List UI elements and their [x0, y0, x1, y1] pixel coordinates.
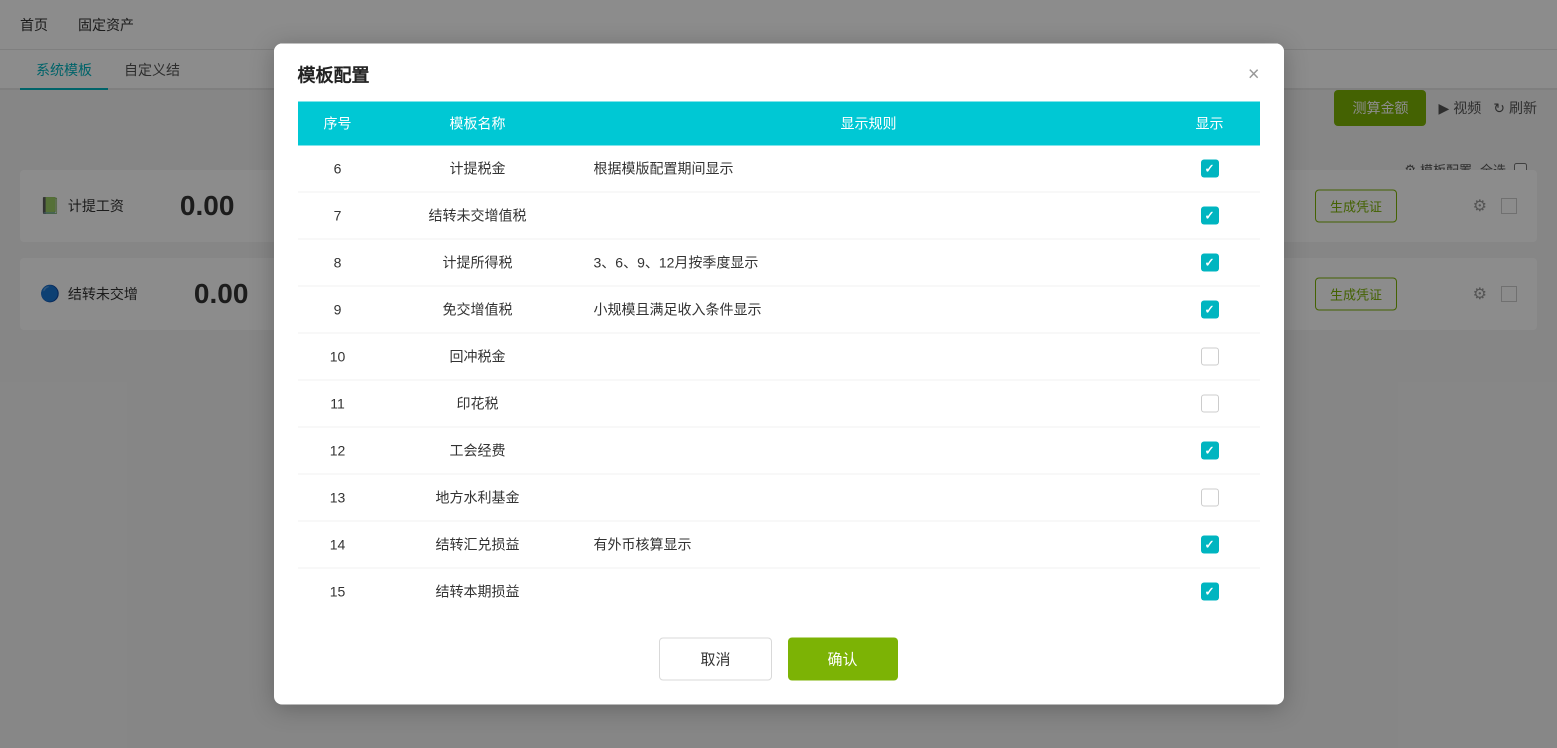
table-scroll-area[interactable]: 序号 模板名称 显示规则 显示 6计提税金根据模版配置期间显示7结转未交增值税8…: [298, 102, 1260, 602]
table-row: 11印花税: [298, 380, 1260, 427]
cell-rule: [578, 192, 1160, 239]
cell-name: 结转汇兑损益: [378, 521, 578, 568]
checkbox-wrap: [1176, 583, 1244, 601]
table-row: 14结转汇兑损益有外币核算显示: [298, 521, 1260, 568]
table-row: 6计提税金根据模版配置期间显示: [298, 146, 1260, 193]
modal-close-button[interactable]: ×: [1248, 65, 1260, 85]
checkbox-wrap: [1176, 254, 1244, 272]
checkbox-wrap: [1176, 442, 1244, 460]
checkbox-checked[interactable]: [1201, 442, 1219, 460]
cell-rule: [578, 474, 1160, 521]
modal-title: 模板配置: [298, 62, 370, 88]
cell-name: 回冲税金: [378, 333, 578, 380]
cell-checkbox: [1160, 192, 1260, 239]
cell-checkbox: [1160, 380, 1260, 427]
checkbox-checked[interactable]: [1201, 254, 1219, 272]
modal-footer: 取消 确认: [274, 622, 1284, 705]
checkbox-wrap: [1176, 301, 1244, 319]
cell-seq: 6: [298, 146, 378, 193]
cell-rule: [578, 333, 1160, 380]
col-display: 显示: [1160, 102, 1260, 146]
config-table: 序号 模板名称 显示规则 显示 6计提税金根据模版配置期间显示7结转未交增值税8…: [298, 102, 1260, 602]
col-rule: 显示规则: [578, 102, 1160, 146]
checkbox-checked[interactable]: [1201, 583, 1219, 601]
cell-rule: [578, 427, 1160, 474]
checkbox-wrap: [1176, 160, 1244, 178]
cell-seq: 14: [298, 521, 378, 568]
cell-rule: 小规模且满足收入条件显示: [578, 286, 1160, 333]
checkbox-unchecked[interactable]: [1201, 489, 1219, 507]
cell-seq: 7: [298, 192, 378, 239]
cell-rule: 根据模版配置期间显示: [578, 146, 1160, 193]
modal-body: 序号 模板名称 显示规则 显示 6计提税金根据模版配置期间显示7结转未交增值税8…: [274, 102, 1284, 622]
table-row: 8计提所得税3、6、9、12月按季度显示: [298, 239, 1260, 286]
table-header: 序号 模板名称 显示规则 显示: [298, 102, 1260, 146]
checkbox-unchecked[interactable]: [1201, 348, 1219, 366]
checkbox-checked[interactable]: [1201, 536, 1219, 554]
modal-header: 模板配置 ×: [274, 44, 1284, 102]
checkbox-wrap: [1176, 395, 1244, 413]
modal-template-config: 模板配置 × 序号 模板名称 显示规则 显示 6计提税金根据模版配置期间显示7结…: [274, 44, 1284, 705]
cancel-button[interactable]: 取消: [659, 638, 771, 681]
checkbox-wrap: [1176, 536, 1244, 554]
table-row: 7结转未交增值税: [298, 192, 1260, 239]
checkbox-unchecked[interactable]: [1201, 395, 1219, 413]
cell-name: 地方水利基金: [378, 474, 578, 521]
cell-name: 印花税: [378, 380, 578, 427]
cell-name: 计提所得税: [378, 239, 578, 286]
table-row: 15结转本期损益: [298, 568, 1260, 602]
checkbox-checked[interactable]: [1201, 207, 1219, 225]
checkbox-wrap: [1176, 348, 1244, 366]
table-body: 6计提税金根据模版配置期间显示7结转未交增值税8计提所得税3、6、9、12月按季…: [298, 146, 1260, 602]
cell-seq: 8: [298, 239, 378, 286]
checkbox-checked[interactable]: [1201, 160, 1219, 178]
checkbox-wrap: [1176, 207, 1244, 225]
cell-seq: 11: [298, 380, 378, 427]
cell-seq: 12: [298, 427, 378, 474]
cell-rule: 有外币核算显示: [578, 521, 1160, 568]
cell-checkbox: [1160, 521, 1260, 568]
col-seq: 序号: [298, 102, 378, 146]
cell-name: 免交增值税: [378, 286, 578, 333]
cell-seq: 15: [298, 568, 378, 602]
table-row: 10回冲税金: [298, 333, 1260, 380]
cell-checkbox: [1160, 286, 1260, 333]
cell-checkbox: [1160, 333, 1260, 380]
cell-name: 结转本期损益: [378, 568, 578, 602]
cell-checkbox: [1160, 427, 1260, 474]
cell-checkbox: [1160, 239, 1260, 286]
cell-name: 工会经费: [378, 427, 578, 474]
cell-rule: 3、6、9、12月按季度显示: [578, 239, 1160, 286]
cell-checkbox: [1160, 474, 1260, 521]
cell-seq: 10: [298, 333, 378, 380]
cell-seq: 13: [298, 474, 378, 521]
checkbox-checked[interactable]: [1201, 301, 1219, 319]
confirm-button[interactable]: 确认: [788, 638, 898, 681]
cell-name: 计提税金: [378, 146, 578, 193]
cell-name: 结转未交增值税: [378, 192, 578, 239]
cell-checkbox: [1160, 146, 1260, 193]
table-row: 13地方水利基金: [298, 474, 1260, 521]
cell-rule: [578, 568, 1160, 602]
cell-seq: 9: [298, 286, 378, 333]
checkbox-wrap: [1176, 489, 1244, 507]
table-row: 9免交增值税小规模且满足收入条件显示: [298, 286, 1260, 333]
col-name: 模板名称: [378, 102, 578, 146]
table-row: 12工会经费: [298, 427, 1260, 474]
cell-checkbox: [1160, 568, 1260, 602]
cell-rule: [578, 380, 1160, 427]
